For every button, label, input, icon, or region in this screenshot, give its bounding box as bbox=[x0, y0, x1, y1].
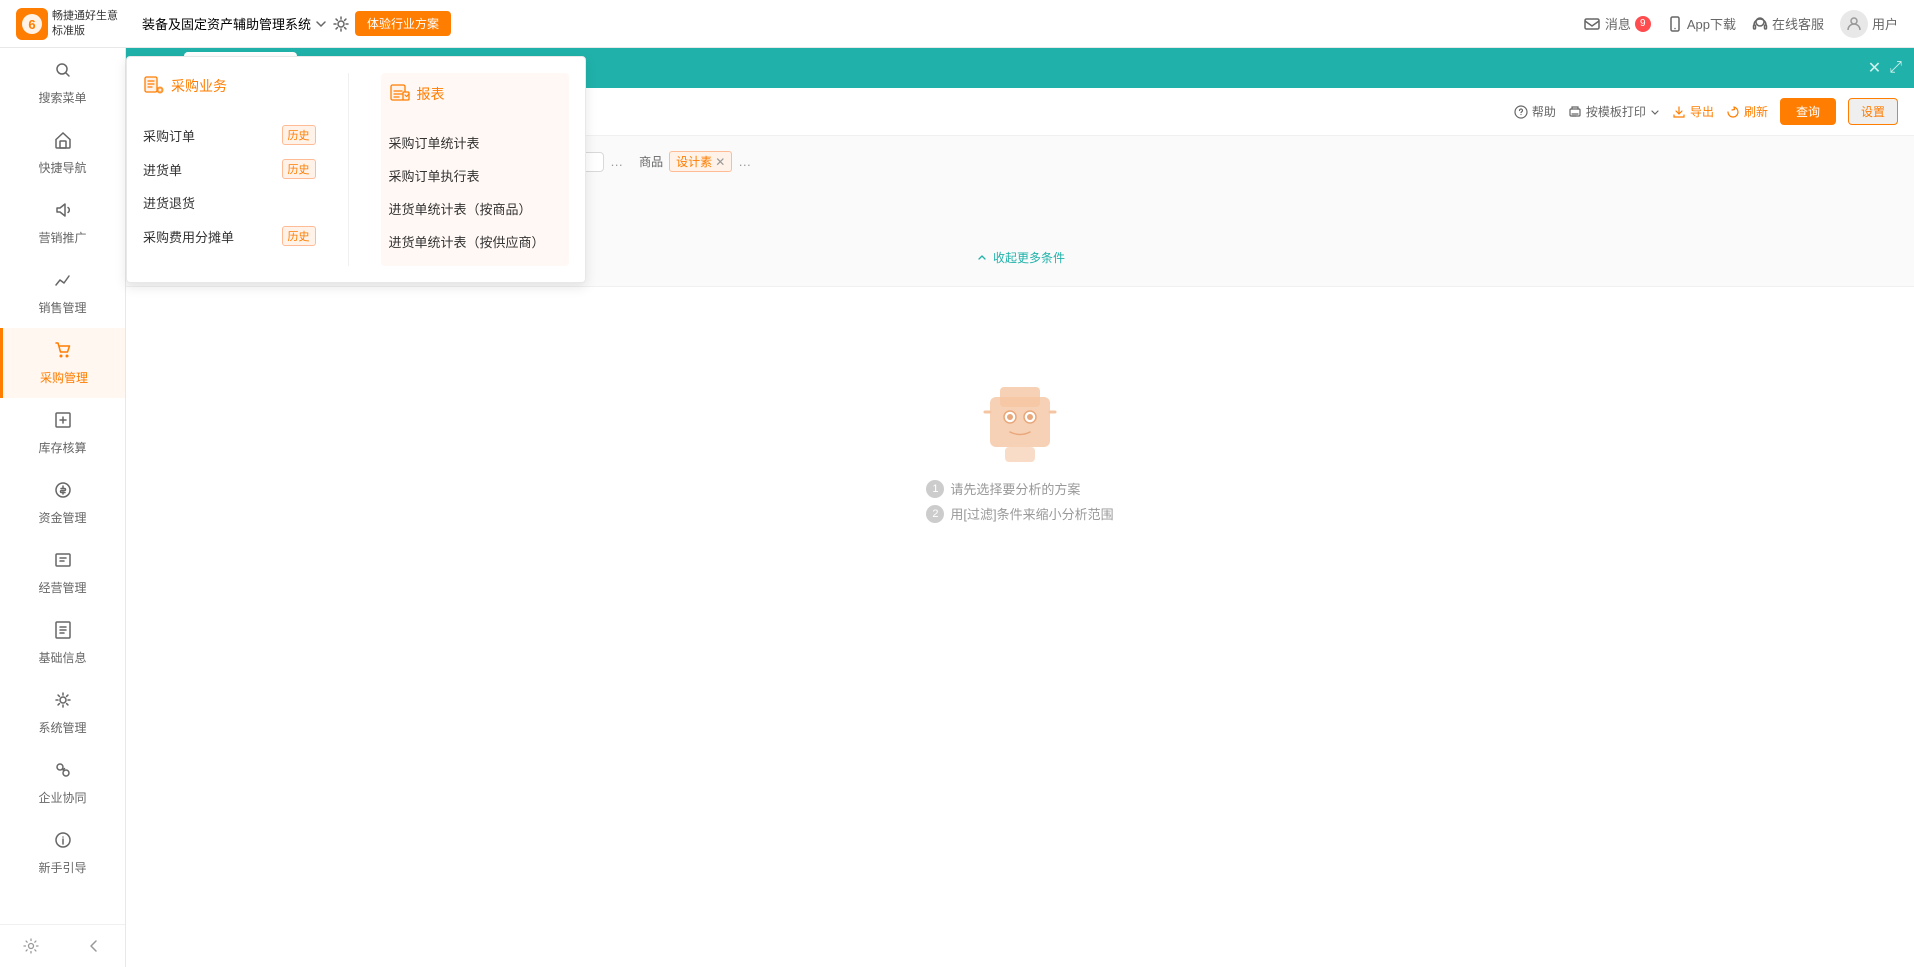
logo-area: 6 畅捷通好生意 标准版 bbox=[16, 8, 142, 40]
dropdown-item-purchase-order-exec[interactable]: 采购订单执行表 bbox=[389, 159, 562, 192]
help-icon bbox=[1514, 105, 1528, 119]
user-button[interactable]: 用户 bbox=[1840, 10, 1898, 38]
sidebar-item-guide[interactable]: 新手引导 bbox=[0, 818, 125, 888]
empty-hint-2: 2 用[过滤]条件来缩小分析范围 bbox=[926, 504, 1113, 523]
online-service-button[interactable]: 在线客服 bbox=[1752, 14, 1824, 33]
guide-icon bbox=[53, 830, 73, 855]
inventory-icon bbox=[53, 410, 73, 435]
message-icon bbox=[1583, 15, 1601, 33]
empty-state: 1 请先选择要分析的方案 2 用[过滤]条件来缩小分析范围 bbox=[126, 287, 1914, 603]
sidebar-item-purchase[interactable]: 采购管理 bbox=[0, 328, 125, 398]
dropdown-divider bbox=[348, 73, 349, 266]
voucher-more-btn[interactable]: … bbox=[610, 154, 623, 169]
sidebar-item-sales[interactable]: 销售管理 bbox=[0, 258, 125, 328]
dropdown-arrow-icon bbox=[315, 18, 327, 30]
tab-maximize-button[interactable]: ⤢ bbox=[1889, 59, 1902, 77]
report-title-icon bbox=[389, 81, 411, 106]
purchase-dropdown-menu: 采购业务 采购订单 历史 进货单 历史 进货退货 采购费用分摊单 历史 报表 采… bbox=[126, 56, 586, 283]
user-avatar bbox=[1840, 10, 1868, 38]
dropdown-item-purchase-order-stats[interactable]: 采购订单统计表 bbox=[389, 126, 562, 159]
dropdown-item-goods-in-by-supplier[interactable]: 进货单统计表（按供应商） bbox=[389, 225, 562, 258]
logo-text: 畅捷通好生意 标准版 bbox=[52, 9, 118, 38]
goods-more-btn[interactable]: … bbox=[738, 154, 751, 169]
collapse-arrow-icon bbox=[975, 251, 989, 265]
logo-icon: 6 bbox=[16, 8, 48, 40]
sidebar-item-search[interactable]: 搜索菜单 bbox=[0, 48, 125, 118]
empty-illustration bbox=[960, 367, 1080, 467]
settings-button[interactable] bbox=[327, 10, 355, 38]
goods-filter: 商品 设计素 ✕ … bbox=[639, 151, 751, 172]
sidebar-item-cooperation[interactable]: 企业协同 bbox=[0, 748, 125, 818]
cooperation-icon bbox=[53, 760, 73, 785]
phone-icon bbox=[1667, 16, 1683, 32]
sales-icon bbox=[53, 270, 73, 295]
search-icon bbox=[53, 60, 73, 85]
collapse-button[interactable]: 收起更多条件 bbox=[975, 249, 1065, 266]
goods-tag-remove[interactable]: ✕ bbox=[715, 155, 725, 169]
refresh-icon bbox=[1726, 105, 1740, 119]
sidebar-settings-button[interactable] bbox=[0, 925, 63, 967]
sidebar-collapse-button[interactable] bbox=[63, 925, 126, 967]
system-title: 装备及固定资产辅助管理系统 bbox=[142, 14, 311, 33]
dropdown-item-goods-return[interactable]: 进货退货 bbox=[143, 186, 316, 219]
app-download-button[interactable]: App下载 bbox=[1667, 14, 1736, 33]
query-button[interactable]: 查询 bbox=[1780, 98, 1836, 125]
sidebar-item-quick-nav[interactable]: 快捷导航 bbox=[0, 118, 125, 188]
dropdown-item-goods-in-by-product[interactable]: 进货单统计表（按商品） bbox=[389, 192, 562, 225]
sidebar-item-system[interactable]: 系统管理 bbox=[0, 678, 125, 748]
print-icon bbox=[1568, 105, 1582, 119]
industry-button[interactable]: 体验行业方案 bbox=[355, 11, 451, 36]
empty-hint-1: 1 请先选择要分析的方案 bbox=[926, 479, 1113, 498]
tab-close-all-button[interactable]: ✕ bbox=[1868, 58, 1881, 78]
empty-hints: 1 请先选择要分析的方案 2 用[过滤]条件来缩小分析范围 bbox=[926, 479, 1113, 523]
settings-toolbar-button[interactable]: 设置 bbox=[1848, 98, 1898, 125]
gear-icon bbox=[333, 16, 349, 32]
sidebar-bottom bbox=[0, 924, 125, 967]
headset-icon bbox=[1752, 16, 1768, 32]
system-title-dropdown[interactable]: 装备及固定资产辅助管理系统 bbox=[142, 14, 327, 33]
dropdown-item-purchase-order[interactable]: 采购订单 历史 bbox=[143, 118, 316, 152]
collapse-icon bbox=[85, 937, 103, 955]
sidebar: 搜索菜单 快捷导航 营销推广 销售管理 bbox=[0, 48, 126, 967]
dropdown-item-goods-in[interactable]: 进货单 历史 bbox=[143, 152, 316, 186]
settings-bottom-icon bbox=[22, 937, 40, 955]
sidebar-item-marketing[interactable]: 营销推广 bbox=[0, 188, 125, 258]
export-icon bbox=[1672, 105, 1686, 119]
refresh-button[interactable]: 刷新 bbox=[1726, 103, 1768, 120]
tab-bar-end: ✕ ⤢ bbox=[1868, 58, 1914, 78]
help-button[interactable]: 帮助 bbox=[1514, 103, 1556, 120]
message-button[interactable]: 消息 9 bbox=[1583, 14, 1651, 33]
sidebar-item-basic-info[interactable]: 基础信息 bbox=[0, 608, 125, 678]
print-button[interactable]: 按模板打印 bbox=[1568, 103, 1660, 120]
message-badge: 9 bbox=[1635, 16, 1651, 32]
sidebar-item-inventory[interactable]: 库存核算 bbox=[0, 398, 125, 468]
finance-icon bbox=[53, 480, 73, 505]
goods-tag: 设计素 ✕ bbox=[669, 151, 732, 172]
dropdown-col-report: 报表 采购订单统计表 采购订单执行表 进货单统计表（按商品） 进货单统计表（按供… bbox=[381, 73, 570, 266]
megaphone-icon bbox=[53, 200, 73, 225]
purchase-title-icon bbox=[143, 73, 165, 98]
export-button[interactable]: 导出 bbox=[1672, 103, 1714, 120]
top-bar-right: 消息 9 App下载 在线客服 bbox=[1583, 10, 1898, 38]
system-icon bbox=[53, 690, 73, 715]
dropdown-purchase-title: 采购业务 bbox=[143, 73, 316, 106]
svg-text:6: 6 bbox=[28, 17, 35, 32]
basicinfo-icon bbox=[53, 620, 73, 645]
operations-icon bbox=[53, 550, 73, 575]
purchase-icon bbox=[54, 340, 74, 365]
dropdown-report-title: 报表 bbox=[389, 81, 562, 114]
sidebar-item-operations[interactable]: 经营管理 bbox=[0, 538, 125, 608]
sidebar-item-finance[interactable]: 资金管理 bbox=[0, 468, 125, 538]
top-bar: 6 畅捷通好生意 标准版 装备及固定资产辅助管理系统 体验行业方案 bbox=[0, 0, 1914, 48]
dropdown-col-purchase: 采购业务 采购订单 历史 进货单 历史 进货退货 采购费用分摊单 历史 bbox=[143, 73, 316, 266]
home-icon bbox=[53, 130, 73, 155]
dropdown-item-purchase-expense[interactable]: 采购费用分摊单 历史 bbox=[143, 219, 316, 253]
print-dropdown-icon bbox=[1650, 107, 1660, 117]
